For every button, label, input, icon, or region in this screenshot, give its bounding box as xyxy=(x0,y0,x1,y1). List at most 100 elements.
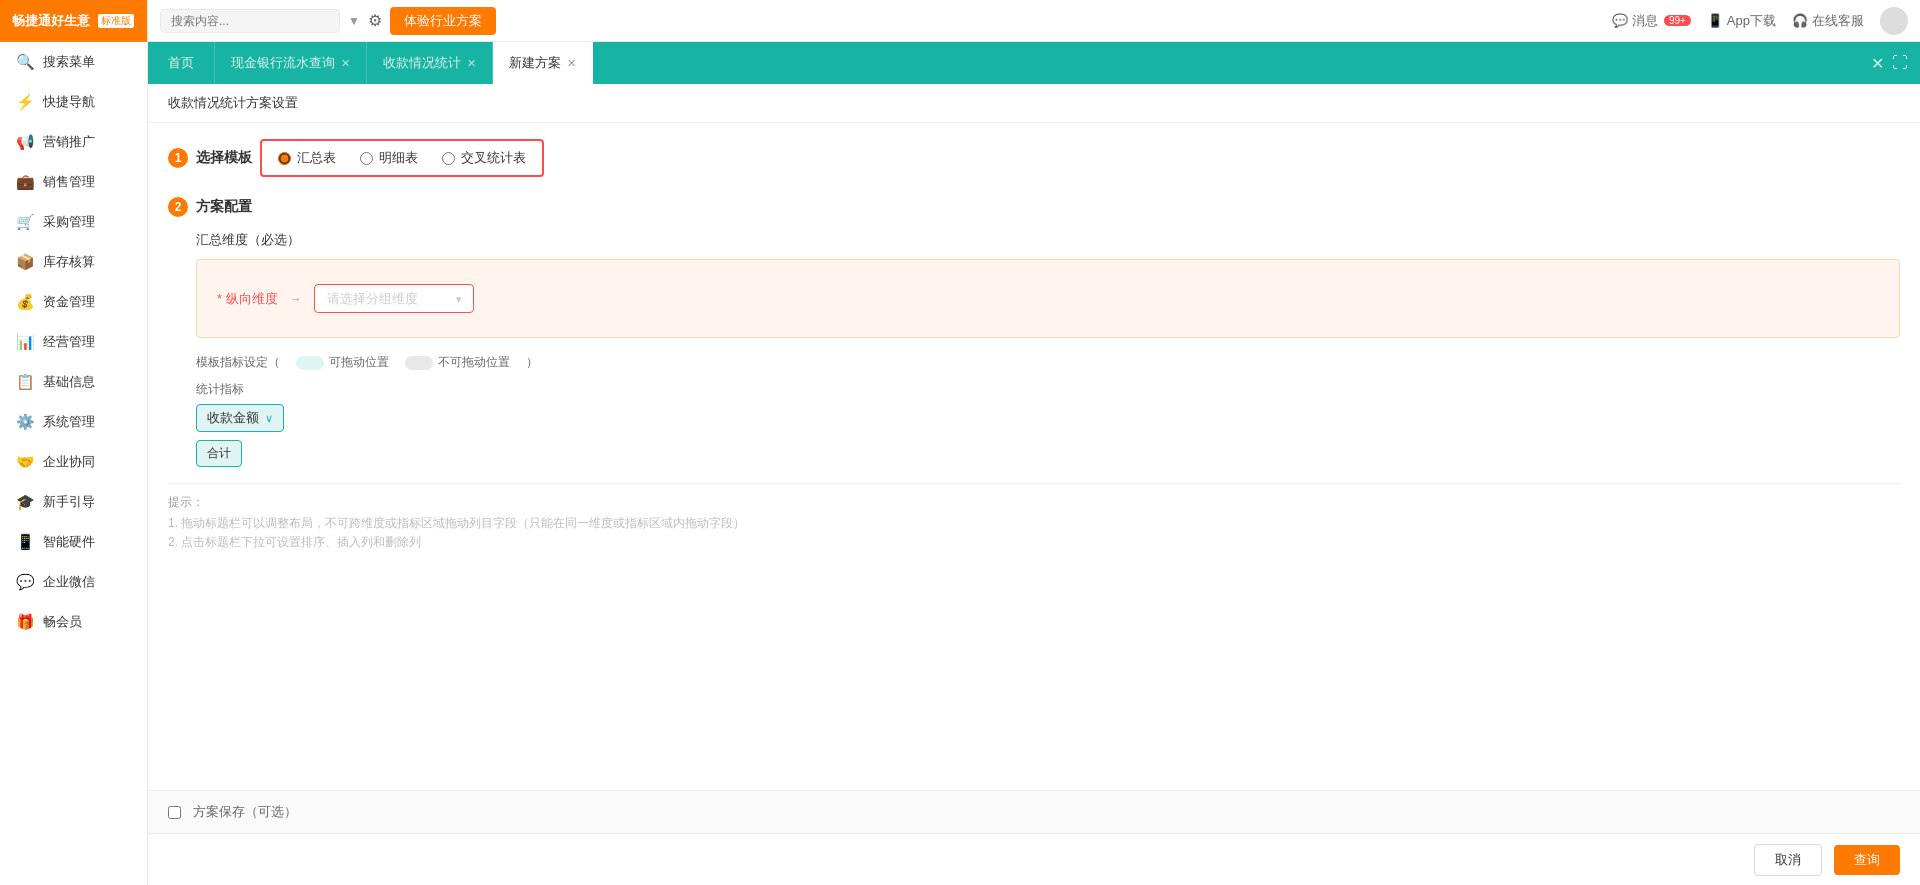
sidebar-item-search[interactable]: 🔍 搜索菜单 xyxy=(0,42,147,82)
member-icon: 🎁 xyxy=(16,613,35,631)
sidebar-item-quicknav[interactable]: ⚡ 快捷导航 xyxy=(0,82,147,122)
template-summary-label: 汇总表 xyxy=(297,149,336,167)
fixed-dot xyxy=(405,356,433,370)
tips-item-2: 2. 点击标题栏下拉可设置排序、插入列和删除列 xyxy=(168,534,1900,551)
main-area: ▼ ⚙ 体验行业方案 💬 消息 99+ 📱 App下载 🎧 在线客服 首页 xyxy=(148,0,1920,885)
sidebar-item-label: 畅会员 xyxy=(43,613,82,631)
query-button[interactable]: 查询 xyxy=(1834,845,1900,875)
sidebar-item-label: 系统管理 xyxy=(43,413,95,431)
sidebar-item-marketing[interactable]: 📢 营销推广 xyxy=(0,122,147,162)
template-cross-label: 交叉统计表 xyxy=(461,149,526,167)
sidebar-item-inventory[interactable]: 📦 库存核算 xyxy=(0,242,147,282)
notification-label: 消息 xyxy=(1632,12,1658,30)
sidebar-item-system[interactable]: ⚙️ 系统管理 xyxy=(0,402,147,442)
dimension-arrow: → xyxy=(290,292,302,306)
purchase-icon: 🛒 xyxy=(16,213,35,231)
save-plan-checkbox[interactable] xyxy=(168,806,181,819)
indicators-legend: 模板指标设定（ 可拖动位置 不可拖动位置 ） xyxy=(196,354,1900,371)
subtag-row: 合计 xyxy=(196,436,1900,467)
maximize-icon[interactable]: ⛶ xyxy=(1892,54,1908,72)
template-cross-radio[interactable] xyxy=(442,152,455,165)
sidebar-item-label: 营销推广 xyxy=(43,133,95,151)
hardware-icon: 📱 xyxy=(16,533,35,551)
dimension-select[interactable]: 请选择分组维度 xyxy=(314,284,474,313)
sidebar-item-basic-info[interactable]: 📋 基础信息 xyxy=(0,362,147,402)
sidebar-item-label: 采购管理 xyxy=(43,213,95,231)
indicator-chevron-icon: ∨ xyxy=(265,412,273,425)
sidebar-item-label: 新手引导 xyxy=(43,493,95,511)
edition-badge: 标准版 xyxy=(98,14,134,28)
tab-home[interactable]: 首页 xyxy=(148,42,215,84)
template-detail[interactable]: 明细表 xyxy=(360,149,418,167)
sidebar-item-guide[interactable]: 🎓 新手引导 xyxy=(0,482,147,522)
sidebar-item-finance[interactable]: 💰 资金管理 xyxy=(0,282,147,322)
tab-bank-flow-close[interactable]: ✕ xyxy=(341,57,350,70)
step2-title: 方案配置 xyxy=(196,198,252,216)
sidebar-item-hardware[interactable]: 📱 智能硬件 xyxy=(0,522,147,562)
page-footer: 方案保存（可选） xyxy=(148,790,1920,833)
template-options: 汇总表 明细表 交叉统计表 xyxy=(260,139,544,177)
sidebar-item-enterprise[interactable]: 🤝 企业协同 xyxy=(0,442,147,482)
tab-collection-stats[interactable]: 收款情况统计 ✕ xyxy=(367,42,493,84)
template-detail-label: 明细表 xyxy=(379,149,418,167)
template-cross[interactable]: 交叉统计表 xyxy=(442,149,526,167)
legend-fixed: 不可拖动位置 xyxy=(405,354,510,371)
sidebar-item-label: 销售管理 xyxy=(43,173,95,191)
app-name: 畅捷通好生意 xyxy=(12,12,90,30)
indicator-tag-label: 收款金额 xyxy=(207,409,259,427)
close-window-icon[interactable]: ✕ xyxy=(1871,54,1884,73)
legend-draggable: 可拖动位置 xyxy=(296,354,389,371)
topbar: ▼ ⚙ 体验行业方案 💬 消息 99+ 📱 App下载 🎧 在线客服 xyxy=(148,0,1920,42)
tab-home-label: 首页 xyxy=(168,54,194,72)
nav-tabs-actions: ✕ ⛶ xyxy=(1871,54,1920,73)
service-item[interactable]: 🎧 在线客服 xyxy=(1792,12,1864,30)
inventory-icon: 📦 xyxy=(16,253,35,271)
dimension-wrapper: 汇总维度（必选） * 纵向维度 → 请选择分组维度 xyxy=(168,231,1900,467)
finance-icon: 💰 xyxy=(16,293,35,311)
settings-icon[interactable]: ⚙ xyxy=(368,11,382,30)
sidebar-logo: 畅捷通好生意 标准版 xyxy=(0,0,147,42)
sidebar-item-label: 经营管理 xyxy=(43,333,95,351)
tips-item-1: 1. 拖动标题栏可以调整布局，不可跨维度或指标区域拖动列目字段（只能在同一维度或… xyxy=(168,515,1900,532)
sidebar-item-member[interactable]: 🎁 畅会员 xyxy=(0,602,147,642)
tab-bank-flow[interactable]: 现金银行流水查询 ✕ xyxy=(215,42,367,84)
template-summary[interactable]: 汇总表 xyxy=(278,149,336,167)
content-area: 收款情况统计方案设置 1 选择模板 汇总表 明细表 xyxy=(148,84,1920,833)
step1-number: 1 xyxy=(168,148,188,168)
search-input[interactable] xyxy=(160,9,340,33)
dimension-row: * 纵向维度 → 请选择分组维度 xyxy=(217,284,1879,313)
download-item[interactable]: 📱 App下载 xyxy=(1707,12,1776,30)
step1-title: 选择模板 xyxy=(196,149,252,167)
indicators-group: 统计指标 收款金额 ∨ 合计 xyxy=(196,381,1900,467)
notification-item[interactable]: 💬 消息 99+ xyxy=(1612,12,1691,30)
cancel-button[interactable]: 取消 xyxy=(1754,844,1822,876)
sidebar-item-purchase[interactable]: 🛒 采购管理 xyxy=(0,202,147,242)
nav-tabs: 首页 现金银行流水查询 ✕ 收款情况统计 ✕ 新建方案 ✕ ✕ ⛶ xyxy=(148,42,1920,84)
indicators-section: 模板指标设定（ 可拖动位置 不可拖动位置 ） xyxy=(196,354,1900,467)
dimension-section-label: 汇总维度（必选） xyxy=(196,231,1900,249)
guide-icon: 🎓 xyxy=(16,493,35,511)
sidebar-item-sales[interactable]: 💼 销售管理 xyxy=(0,162,147,202)
page-body: 1 选择模板 汇总表 明细表 交叉统计表 xyxy=(148,123,1920,790)
template-summary-radio[interactable] xyxy=(278,152,291,165)
step2-header: 2 方案配置 xyxy=(168,197,1900,217)
management-icon: 📊 xyxy=(16,333,35,351)
tab-new-plan-close[interactable]: ✕ xyxy=(567,57,576,70)
sidebar-item-management[interactable]: 📊 经营管理 xyxy=(0,322,147,362)
step1-section: 1 选择模板 汇总表 明细表 交叉统计表 xyxy=(168,139,1900,177)
topbar-right: 💬 消息 99+ 📱 App下载 🎧 在线客服 xyxy=(1612,7,1908,35)
indicator-tag-collection[interactable]: 收款金额 ∨ xyxy=(196,404,284,432)
industry-btn[interactable]: 体验行业方案 xyxy=(390,7,496,35)
tab-collection-stats-close[interactable]: ✕ xyxy=(467,57,476,70)
avatar[interactable] xyxy=(1880,7,1908,35)
search-dropdown[interactable]: ▼ xyxy=(348,14,360,28)
tab-new-plan[interactable]: 新建方案 ✕ xyxy=(493,42,593,84)
sidebar-item-label: 智能硬件 xyxy=(43,533,95,551)
sidebar-item-wechat[interactable]: 💬 企业微信 xyxy=(0,562,147,602)
download-label: App下载 xyxy=(1727,12,1776,30)
save-plan-label: 方案保存（可选） xyxy=(193,803,297,821)
draggable-dot xyxy=(296,356,324,370)
service-label: 在线客服 xyxy=(1812,12,1864,30)
step1-header: 1 选择模板 汇总表 明细表 交叉统计表 xyxy=(168,139,1900,177)
template-detail-radio[interactable] xyxy=(360,152,373,165)
